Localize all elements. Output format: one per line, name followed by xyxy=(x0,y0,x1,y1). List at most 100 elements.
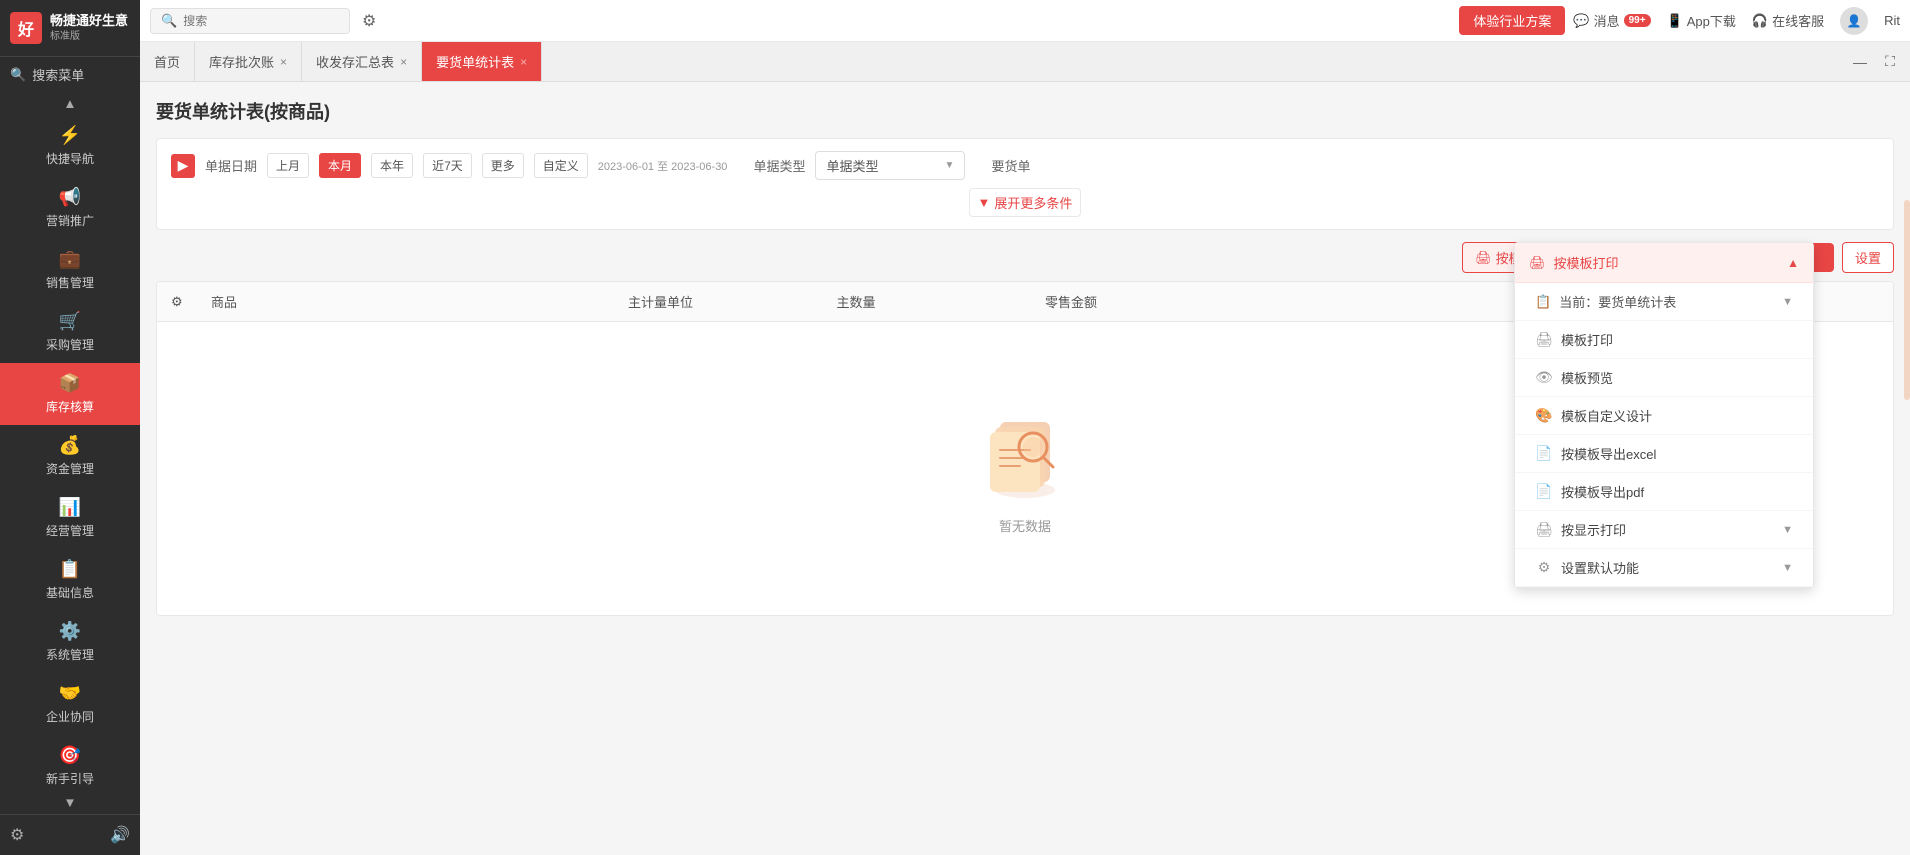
user-icon: 👤 xyxy=(1847,14,1862,28)
user-name: Rit xyxy=(1884,13,1900,28)
app-name: 畅捷通好生意 xyxy=(50,12,128,30)
topbar-search-input[interactable] xyxy=(183,14,339,28)
dropdown-export-pdf[interactable]: 📄 按模板导出pdf xyxy=(1515,473,1813,511)
sidebar-scroll-up[interactable]: ▲ xyxy=(0,92,140,115)
dropdown-current-icon: 📋 xyxy=(1535,294,1551,310)
dropdown-default-func[interactable]: ⚙ 设置默认功能 ▼ xyxy=(1515,549,1813,587)
home-tab-label: 首页 xyxy=(154,52,180,71)
date-prev-month-btn[interactable]: 上月 xyxy=(267,153,309,178)
dropdown-display-print[interactable]: 🖨 按显示打印 ▼ xyxy=(1515,511,1813,549)
dropdown-template-preview[interactable]: 👁 模板预览 xyxy=(1515,359,1813,397)
filter-expand-icon[interactable]: ▶ xyxy=(171,154,195,178)
order-stats-tab-close[interactable]: × xyxy=(520,55,527,69)
setting-btn[interactable]: 设置 xyxy=(1842,242,1894,273)
inventory-batch-tab-label: 库存批次账 xyxy=(209,52,274,71)
tab-order-stats[interactable]: 要货单统计表 × xyxy=(422,42,542,81)
inventory-batch-tab-close[interactable]: × xyxy=(280,55,287,69)
type-filter-value: 单据类型 xyxy=(826,156,878,175)
sidebar-item-operation[interactable]: 📊 经营管理 xyxy=(0,487,140,549)
sidebar-item-sales[interactable]: 💼 销售管理 xyxy=(0,239,140,301)
sidebar-item-collab[interactable]: 🤝 企业协同 xyxy=(0,673,140,735)
sidebar-item-system[interactable]: ⚙️ 系统管理 xyxy=(0,611,140,673)
table-col-settings[interactable]: ⚙ xyxy=(171,294,211,310)
tab-receipt-summary[interactable]: 收发存汇总表 × xyxy=(302,42,422,81)
sidebar-search[interactable]: 🔍 搜索菜单 xyxy=(0,57,140,92)
dropdown-template-design[interactable]: 🎨 模板自定义设计 xyxy=(1515,397,1813,435)
date-more-btn[interactable]: 更多 xyxy=(482,153,524,178)
topbar-search-box[interactable]: 🔍 xyxy=(150,8,350,34)
page-title: 要货单统计表(按商品) xyxy=(156,98,1894,124)
trial-industry-button[interactable]: 体验行业方案 xyxy=(1459,6,1565,35)
sidebar-item-marketing[interactable]: 📢 营销推广 xyxy=(0,177,140,239)
marketing-label: 营销推广 xyxy=(46,212,94,229)
dropdown-current-item[interactable]: 📋 当前：要货单统计表 ▼ xyxy=(1515,283,1813,321)
export-pdf-label: 按模板导出pdf xyxy=(1561,482,1644,501)
topbar-search-icon: 🔍 xyxy=(161,13,177,29)
date-7days-btn[interactable]: 近7天 xyxy=(423,153,472,178)
date-custom-btn[interactable]: 自定义 xyxy=(534,153,588,178)
message-btn[interactable]: 💬 消息 99+ xyxy=(1573,11,1650,30)
template-print-icon: 🖨 xyxy=(1535,331,1553,348)
order-stats-tab-label: 要货单统计表 xyxy=(436,52,514,71)
app-download-label: App下载 xyxy=(1687,11,1736,30)
inventory-label: 库存核算 xyxy=(46,398,94,415)
type-filter-label: 单据类型 xyxy=(753,156,805,175)
dropdown-export-excel[interactable]: 📄 按模板导出excel xyxy=(1515,435,1813,473)
sidebar-item-quick-nav[interactable]: ⚡ 快捷导航 xyxy=(0,115,140,177)
search-icon: 🔍 xyxy=(10,67,26,83)
sidebar-item-inventory[interactable]: 📦 库存核算 xyxy=(0,363,140,425)
topbar-right-area: 💬 消息 99+ 📱 App下载 🎧 在线客服 👤 Rit xyxy=(1573,7,1900,35)
sidebar-logo: 好 畅捷通好生意 标准版 xyxy=(0,0,140,57)
tab-minimize-btn[interactable]: — xyxy=(1848,50,1872,74)
sidebar-item-basic[interactable]: 📋 基础信息 xyxy=(0,549,140,611)
expand-arrow-icon: ▶ xyxy=(178,157,189,174)
display-print-arrow: ▼ xyxy=(1782,524,1793,536)
template-preview-label: 模板预览 xyxy=(1561,368,1613,387)
finance-label: 资金管理 xyxy=(46,460,94,477)
dropdown-current-arrow: ▼ xyxy=(1782,296,1793,308)
sound-icon[interactable]: 🔊 xyxy=(110,825,130,845)
tab-maximize-btn[interactable]: ⛶ xyxy=(1878,50,1902,74)
date-filter-label: 单据日期 xyxy=(205,156,257,175)
date-this-month-btn[interactable]: 本月 xyxy=(319,153,361,178)
tab-inventory-batch[interactable]: 库存批次账 × xyxy=(195,42,302,81)
template-preview-icon: 👁 xyxy=(1535,369,1553,386)
sales-label: 销售管理 xyxy=(46,274,94,291)
sidebar-item-finance[interactable]: 💰 资金管理 xyxy=(0,425,140,487)
type-filter-select[interactable]: 单据类型 ▼ xyxy=(815,151,965,180)
table-col-qty: 主数量 xyxy=(837,292,1046,311)
purchase-icon: 🛒 xyxy=(59,311,81,332)
dropdown-template-print[interactable]: 🖨 模板打印 xyxy=(1515,321,1813,359)
online-service-btn[interactable]: 🎧 在线客服 xyxy=(1752,11,1824,30)
app-download-icon: 📱 xyxy=(1667,13,1683,29)
sidebar-item-purchase[interactable]: 🛒 采购管理 xyxy=(0,301,140,363)
tabs-actions: — ⛶ xyxy=(1840,42,1910,81)
user-avatar[interactable]: 👤 xyxy=(1840,7,1868,35)
system-label: 系统管理 xyxy=(46,646,94,663)
date-this-year-btn[interactable]: 本年 xyxy=(371,153,413,178)
app-logo-icon: 好 xyxy=(10,12,42,44)
receipt-summary-tab-close[interactable]: × xyxy=(400,55,407,69)
empty-illustration xyxy=(975,402,1075,502)
message-label: 消息 xyxy=(1594,11,1620,30)
dropdown-collapse-btn[interactable]: ▲ xyxy=(1787,256,1799,270)
sidebar-bottom: ⚙ 🔊 xyxy=(0,814,140,855)
sidebar-search-label: 搜索菜单 xyxy=(32,65,84,84)
toolbar: 🖨 按模板打印 ▲ ↑ 导出 ↺ 刷新 ··· 查询 设置 🖨 按模板打印 xyxy=(156,242,1894,273)
sidebar-item-newguide[interactable]: 🎯 新手引导 xyxy=(0,735,140,791)
sidebar-scroll-down[interactable]: ▼ xyxy=(0,791,140,814)
export-excel-label: 按模板导出excel xyxy=(1561,444,1656,463)
filter-expand-section: ▼ 展开更多条件 xyxy=(171,188,1879,217)
empty-text: 暂无数据 xyxy=(999,516,1051,535)
expand-more-conditions-btn[interactable]: ▼ 展开更多条件 xyxy=(969,188,1082,217)
app-download-btn[interactable]: 📱 App下载 xyxy=(1667,11,1736,30)
settings-icon[interactable]: ⚙ xyxy=(10,825,24,845)
dropdown-header[interactable]: 🖨 按模板打印 ▲ xyxy=(1515,243,1813,283)
expand-icon: ▼ xyxy=(978,195,991,210)
default-func-icon: ⚙ xyxy=(1535,559,1553,576)
tab-home[interactable]: 首页 xyxy=(140,42,195,81)
topbar-gear-icon[interactable]: ⚙ xyxy=(362,11,376,31)
table-col-amount: 零售金额 xyxy=(1045,292,1254,311)
display-print-icon: 🖨 xyxy=(1535,521,1553,538)
main-content: 🔍 ⚙ 体验行业方案 💬 消息 99+ 📱 App下载 🎧 在线客服 👤 Ri xyxy=(140,0,1910,855)
